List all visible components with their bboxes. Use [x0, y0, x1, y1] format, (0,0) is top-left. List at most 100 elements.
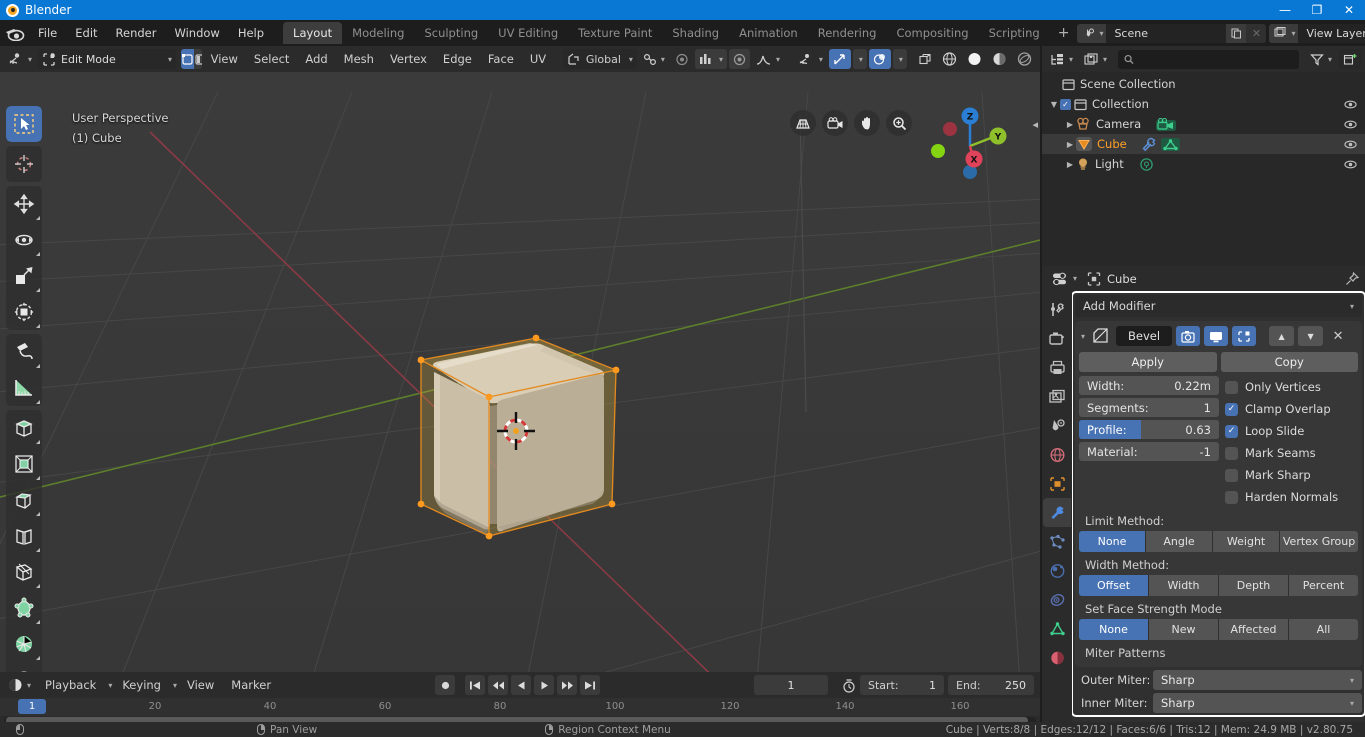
properties-editor-type-selector[interactable]: ▾ — [1048, 269, 1081, 289]
xray-toggle-button[interactable] — [868, 49, 891, 69]
timeline-playhead[interactable]: 1 — [18, 699, 46, 714]
use-preview-range-icon[interactable] — [842, 678, 856, 693]
data-tab[interactable] — [1043, 614, 1071, 643]
snap-toggle-button[interactable]: ▾ — [639, 49, 669, 69]
modifier-wrench-icon[interactable] — [1141, 137, 1157, 152]
play-reverse-button[interactable] — [511, 675, 531, 695]
move-modifier-down-button[interactable]: ▼ — [1298, 326, 1324, 346]
measure-tool[interactable] — [6, 370, 42, 406]
tab-sculpting[interactable]: Sculpting — [414, 22, 488, 44]
shading-material-preview-button[interactable] — [963, 49, 986, 69]
outliner-new-collection-button[interactable] — [1339, 49, 1361, 69]
timeline-menu-marker[interactable]: Marker — [224, 675, 278, 695]
rotate-tool[interactable] — [6, 222, 42, 258]
new-scene-button[interactable] — [1226, 23, 1247, 43]
auto-keying-button[interactable] — [435, 675, 455, 695]
outliner-row-camera[interactable]: ▶ Camera — [1042, 114, 1365, 134]
annotate-tool[interactable] — [6, 334, 42, 370]
world-tab[interactable] — [1043, 440, 1071, 469]
menu-window[interactable]: Window — [165, 23, 228, 43]
clamp-overlap-row[interactable]: ✓ Clamp Overlap — [1225, 398, 1358, 420]
move-tool[interactable] — [6, 186, 42, 222]
viewport-menu-uv[interactable]: UV — [523, 49, 553, 69]
outliner-row-light[interactable]: ▶ Light — [1042, 154, 1365, 174]
scene-selector[interactable]: ▾ Scene ✕ — [1077, 23, 1267, 43]
render-toggle[interactable] — [1176, 326, 1201, 346]
inset-faces-tool[interactable] — [6, 446, 42, 482]
tab-layout[interactable]: Layout — [283, 22, 343, 44]
smooth-tool[interactable] — [6, 662, 42, 672]
scene-name-field[interactable]: Scene — [1106, 23, 1227, 43]
mark-seams-checkbox[interactable] — [1225, 446, 1238, 460]
toggle-perspective-icon[interactable] — [790, 110, 816, 136]
object-tab[interactable] — [1043, 469, 1071, 498]
viewport-menu-mesh[interactable]: Mesh — [337, 49, 381, 69]
play-button[interactable] — [534, 675, 554, 695]
mark-seams-row[interactable]: Mark Seams — [1225, 442, 1358, 464]
viewport-canvas[interactable]: User Perspective (1) Cube Z Y X ◂ — [0, 72, 1040, 672]
render-tab[interactable] — [1043, 324, 1071, 353]
face-strength-affected[interactable]: Affected — [1219, 619, 1289, 640]
only-vertices-checkbox[interactable] — [1225, 380, 1238, 394]
overlays-popover-button[interactable]: ▾ — [852, 49, 867, 69]
output-tab[interactable] — [1043, 353, 1071, 382]
view-layer-icon[interactable]: ▾ — [1269, 23, 1299, 43]
hide-in-viewport-icon[interactable] — [1344, 98, 1357, 111]
mesh-data-icon[interactable] — [1160, 137, 1181, 152]
tab-shading[interactable]: Shading — [662, 22, 729, 44]
harden-normals-row[interactable]: Harden Normals — [1225, 486, 1358, 508]
collection-checkbox[interactable]: ✓ — [1060, 98, 1071, 110]
menu-render[interactable]: Render — [107, 23, 166, 43]
width-method-offset[interactable]: Offset — [1079, 575, 1149, 596]
camera-data-icon[interactable] — [1155, 117, 1177, 132]
view-layer-selector[interactable]: ▾ View Layer ✕ — [1269, 23, 1365, 43]
shading-popover-button[interactable]: ▾ — [892, 49, 907, 69]
face-strength-all[interactable]: All — [1289, 619, 1358, 640]
tab-texture-paint[interactable]: Texture Paint — [568, 22, 662, 44]
realtime-toggle[interactable] — [1204, 326, 1229, 346]
scene-tab[interactable] — [1043, 411, 1071, 440]
outliner-row-scene-collection[interactable]: Scene Collection — [1042, 74, 1365, 94]
outliner-search-field[interactable] — [1118, 49, 1299, 69]
cursor-tool[interactable] — [6, 146, 42, 182]
proportional-edit-button[interactable] — [671, 49, 693, 69]
viewport-menu-face[interactable]: Face — [481, 49, 521, 69]
delete-modifier-button[interactable]: ✕ — [1327, 326, 1349, 346]
navigation-gizmo[interactable]: Z Y X — [928, 104, 1012, 188]
physics-tab[interactable] — [1043, 556, 1071, 585]
clamp-overlap-checkbox[interactable]: ✓ — [1225, 402, 1238, 416]
timeline-ruler[interactable]: 20 40 60 80 100 120 140 160 1 — [0, 698, 1040, 716]
width-method-width[interactable]: Width — [1149, 575, 1219, 596]
scale-tool[interactable] — [6, 258, 42, 294]
timeline-menu-view[interactable]: View — [180, 675, 221, 695]
loop-cut-tool[interactable] — [6, 518, 42, 554]
material-tab[interactable] — [1043, 643, 1071, 672]
edge-select-mode-icon[interactable] — [194, 49, 202, 69]
jump-to-end-button[interactable] — [580, 675, 600, 695]
shading-rendered-button[interactable] — [988, 49, 1011, 69]
particles-tab[interactable] — [1043, 527, 1071, 556]
viewport-visibility-button[interactable]: ▾ — [795, 49, 827, 69]
expand-modifier-icon[interactable]: ▾ — [1081, 332, 1085, 341]
blender-app-icon[interactable] — [5, 24, 25, 42]
jump-to-start-button[interactable] — [465, 675, 485, 695]
loop-slide-checkbox[interactable]: ✓ — [1225, 424, 1238, 438]
editor-type-selector[interactable]: ▾ — [4, 49, 36, 69]
minimize-button[interactable]: — — [1269, 0, 1301, 20]
hide-in-viewport-icon[interactable] — [1344, 138, 1357, 151]
outliner-editor-type-selector[interactable]: ▾ — [1046, 49, 1077, 69]
unlink-scene-button[interactable]: ✕ — [1246, 23, 1267, 43]
zoom-view-icon[interactable] — [886, 110, 912, 136]
timeline-editor-type-selector[interactable]: ▾ — [4, 675, 35, 695]
viewport-menu-edge[interactable]: Edge — [436, 49, 479, 69]
modifier-name-field[interactable]: Bevel — [1116, 326, 1173, 346]
proportional-falloff-selector[interactable]: ▾ — [694, 49, 727, 69]
outliner-filter-button[interactable]: ▾ — [1306, 49, 1336, 69]
disclosure-triangle-icon[interactable]: ▶ — [1064, 160, 1076, 169]
viewport-menu-add[interactable]: Add — [298, 49, 334, 69]
face-strength-none[interactable]: None — [1079, 619, 1149, 640]
jump-to-next-keyframe-button[interactable] — [557, 675, 577, 695]
pin-id-icon[interactable] — [1345, 271, 1359, 286]
poly-build-tool[interactable] — [6, 590, 42, 626]
jump-to-prev-keyframe-button[interactable] — [488, 675, 508, 695]
